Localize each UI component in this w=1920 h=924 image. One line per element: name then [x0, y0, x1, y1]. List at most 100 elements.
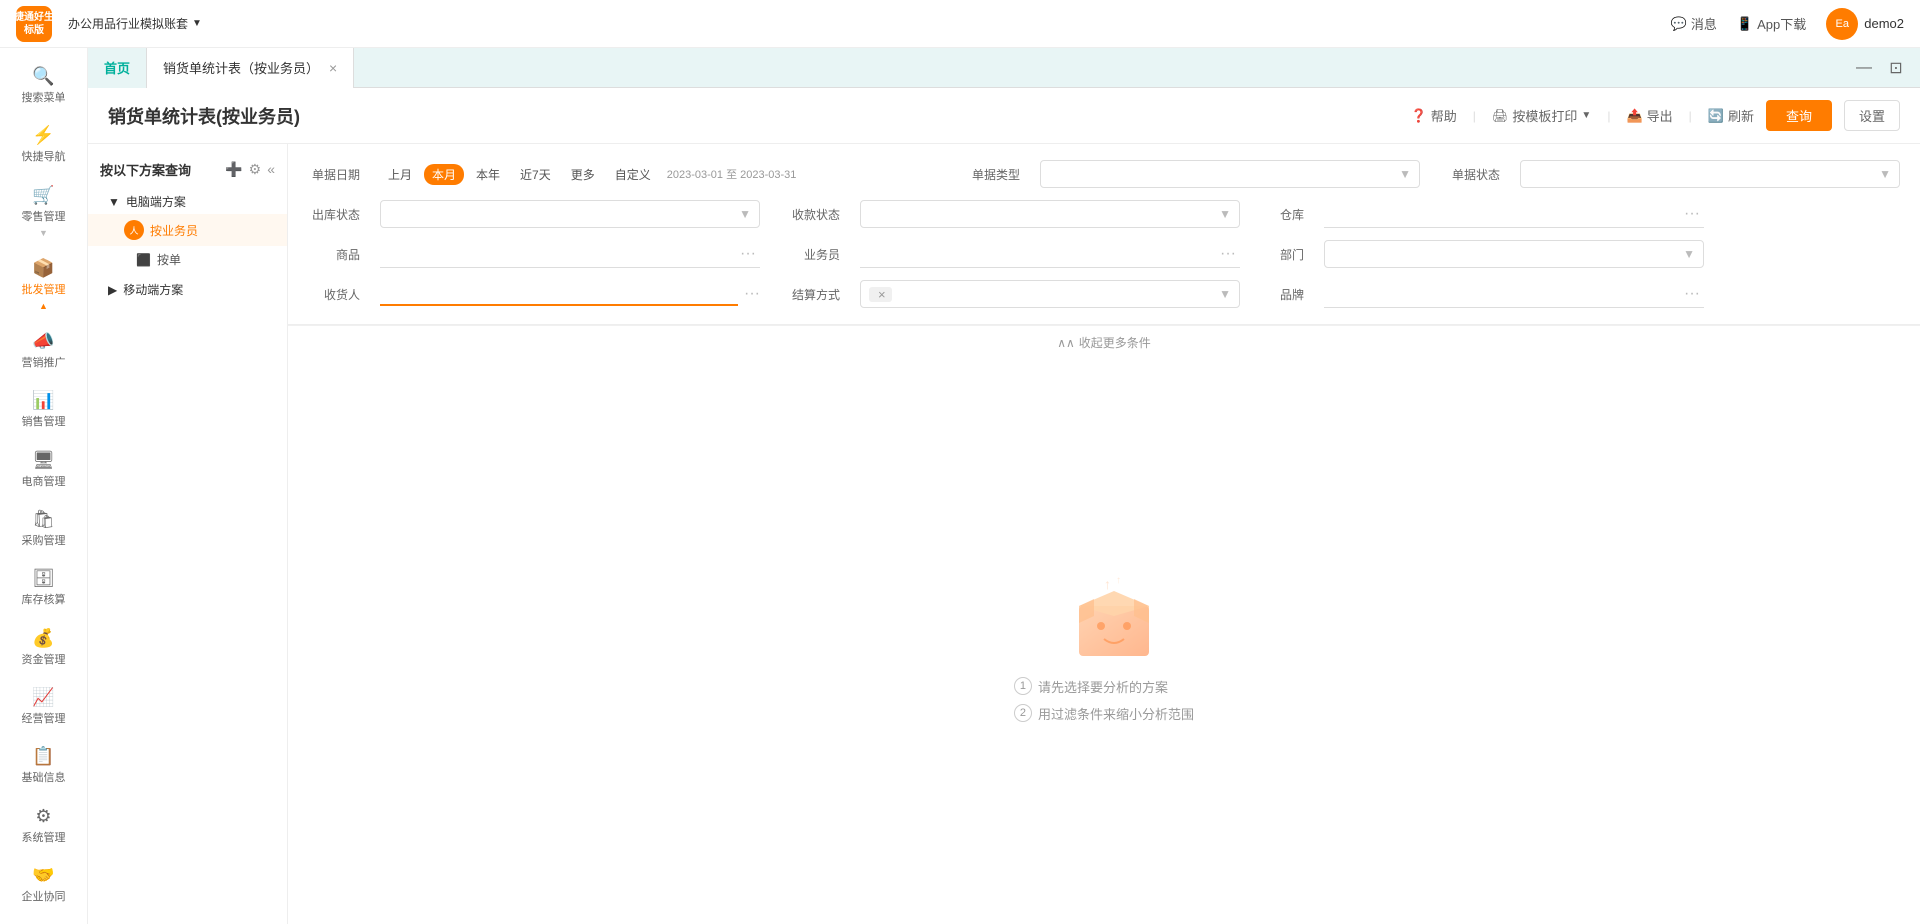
- brand-dots-icon: ···: [1684, 285, 1700, 303]
- sidebar-item-ecommerce[interactable]: 🖥 电商管理: [0, 440, 87, 499]
- goods-control: ···: [380, 240, 760, 268]
- right-panel: 单据日期 上月 本月 本年 近7天 更多 自定义 2023-03-01 至 20…: [288, 144, 1920, 924]
- ecommerce-icon: 🖥: [32, 450, 55, 471]
- refresh-icon: 🔄: [1708, 108, 1724, 124]
- page-title: 销货单统计表(按业务员): [108, 103, 300, 129]
- sidebar-item-system[interactable]: ⚙ 系统管理: [0, 796, 87, 855]
- brand-select[interactable]: ···: [1324, 280, 1704, 308]
- export-icon: 📤: [1626, 108, 1642, 124]
- salesperson-dots-icon: ···: [1220, 245, 1236, 263]
- out-status-select[interactable]: ▼: [380, 200, 760, 228]
- warehouse-dots-icon: ···: [1684, 205, 1700, 223]
- sidebar-item-label: 企业协同: [22, 890, 66, 904]
- sidebar-item-marketing[interactable]: 📣 营销推广: [0, 321, 87, 380]
- scheme-group-desktop-title[interactable]: ▼ 电脑端方案: [88, 189, 287, 214]
- sidebar-item-ops[interactable]: 📈 经营管理: [0, 677, 87, 736]
- sidebar-item-basic-info[interactable]: 📋 基础信息: [0, 736, 87, 795]
- chevron-settlement-icon: ▼: [1219, 287, 1231, 301]
- custom-tab[interactable]: 自定义: [607, 164, 659, 185]
- sidebar-item-retail[interactable]: 🛒 零售管理 ▼: [0, 175, 87, 248]
- flash-icon: ⚡: [32, 125, 54, 146]
- settings-btn[interactable]: 设置: [1844, 100, 1900, 131]
- divider: |: [1473, 109, 1476, 123]
- tab-sales-stat[interactable]: 销货单统计表（按业务员） ×: [147, 48, 354, 88]
- date-filter-group: 上月 本月 本年 近7天 更多 自定义 2023-03-01 至 2023-03…: [380, 164, 940, 185]
- sidebar-item-label: 批发管理: [22, 283, 66, 297]
- more-tab[interactable]: 更多: [563, 164, 603, 185]
- scheme-label: 按业务员: [150, 222, 198, 239]
- sidebar-item-new-guide[interactable]: 🎯 新手引导: [0, 914, 87, 924]
- salesperson-select[interactable]: ···: [860, 240, 1240, 268]
- gear-icon: ⚙: [35, 806, 51, 827]
- settlement-select[interactable]: × ▼: [860, 280, 1240, 308]
- settlement-tag-remove[interactable]: ×: [878, 288, 886, 301]
- sidebar-item-enterprise[interactable]: 🤝 企业协同: [0, 855, 87, 914]
- order-status-select[interactable]: ▼: [1520, 160, 1900, 188]
- tab-bar: 首页 销货单统计表（按业务员） × — ⊡: [88, 48, 1920, 88]
- message-btn[interactable]: 💬 消息: [1671, 14, 1717, 33]
- retail-icon: 🛒: [32, 185, 54, 206]
- out-status-label: 出库状态: [308, 206, 360, 223]
- chevron-down-icon: ▼: [1399, 167, 1411, 181]
- sidebar-item-label: 电商管理: [22, 475, 66, 489]
- tab-home[interactable]: 首页: [88, 48, 147, 88]
- query-btn[interactable]: 查询: [1766, 100, 1832, 131]
- collapse-bar[interactable]: ∧∧ 收起更多条件: [288, 325, 1920, 359]
- tab-expand-btn[interactable]: ⊡: [1884, 56, 1908, 80]
- order-scheme-icon: ⬛: [136, 253, 151, 267]
- tab-close-btn[interactable]: ×: [329, 60, 337, 76]
- goods-select[interactable]: ···: [380, 240, 760, 268]
- template-print-btn[interactable]: 🖨 按模板打印 ▼: [1492, 106, 1591, 125]
- scheme-sub-item-by-order[interactable]: ⬛ 按单: [88, 246, 287, 273]
- sidebar-item-quick-nav[interactable]: ⚡ 快捷导航: [0, 115, 87, 174]
- sidebar-item-label: 零售管理: [22, 210, 66, 224]
- user-profile[interactable]: Ea demo2: [1826, 8, 1904, 40]
- order-type-control: ▼: [1040, 160, 1420, 188]
- filter-row-3: 商品 ··· 业务员 ···: [308, 240, 1900, 268]
- salesperson-label: 业务员: [780, 246, 840, 263]
- last-month-tab[interactable]: 上月: [380, 164, 420, 185]
- search-icon: 🔍: [32, 66, 54, 87]
- export-btn[interactable]: 📤 导出: [1626, 106, 1672, 125]
- collapse-panel-icon[interactable]: «: [267, 161, 275, 178]
- app-download-btn[interactable]: 📱 App下载: [1737, 14, 1806, 33]
- filter-area: 单据日期 上月 本月 本年 近7天 更多 自定义 2023-03-01 至 20…: [288, 144, 1920, 325]
- sidebar-item-wholesale[interactable]: 📦 批发管理 ▲: [0, 248, 87, 321]
- this-month-tab[interactable]: 本月: [424, 164, 464, 185]
- department-select[interactable]: ▼: [1324, 240, 1704, 268]
- department-control: ▼: [1324, 240, 1704, 268]
- finance-icon: 💰: [32, 628, 54, 649]
- settlement-label: 结算方式: [780, 286, 840, 303]
- order-type-select[interactable]: ▼: [1040, 160, 1420, 188]
- empty-hints: 1 请先选择要分析的方案 2 用过滤条件来缩小分析范围: [1014, 677, 1194, 723]
- scheme-group-mobile-title[interactable]: ▶ 移动端方案: [88, 277, 287, 302]
- sidebar-item-purchase[interactable]: 🛍 采购管理: [0, 499, 87, 558]
- warehouse-select[interactable]: ···: [1324, 200, 1704, 228]
- out-status-control: ▼: [380, 200, 760, 228]
- app-selector-dropdown[interactable]: 办公用品行业模拟账套 ▼: [68, 15, 202, 32]
- tab-minimize-btn[interactable]: —: [1852, 56, 1876, 80]
- header-right: 💬 消息 📱 App下载 Ea demo2: [1671, 8, 1904, 40]
- main-area: 🔍 搜索菜单 ⚡ 快捷导航 🛒 零售管理 ▼ 📦 批发管理 ▲ 📣 营销推广: [0, 48, 1920, 924]
- sidebar-item-finance[interactable]: 💰 资金管理: [0, 618, 87, 677]
- settings-scheme-icon[interactable]: ⚙: [249, 161, 262, 178]
- scheme-item-by-salesperson[interactable]: 人 按业务员: [88, 214, 287, 246]
- sidebar: 🔍 搜索菜单 ⚡ 快捷导航 🛒 零售管理 ▼ 📦 批发管理 ▲ 📣 营销推广: [0, 48, 88, 924]
- this-year-tab[interactable]: 本年: [468, 164, 508, 185]
- sidebar-item-search-menu[interactable]: 🔍 搜索菜单: [0, 56, 87, 115]
- sidebar-item-label: 资金管理: [22, 653, 66, 667]
- sidebar-item-sales[interactable]: 📊 销售管理: [0, 380, 87, 439]
- sidebar-item-label: 销售管理: [22, 415, 66, 429]
- avatar: Ea: [1826, 8, 1858, 40]
- last-7-days-tab[interactable]: 近7天: [512, 164, 559, 185]
- left-panel-title: 按以下方案查询: [100, 160, 191, 179]
- main-body: 按以下方案查询 ➕ ⚙ « ▼ 电脑端方案 人: [88, 144, 1920, 924]
- content-area: 首页 销货单统计表（按业务员） × — ⊡ 销货单统计表(按业务员) ❓ 帮助: [88, 48, 1920, 924]
- sidebar-item-inventory[interactable]: 🗄 库存核算: [0, 558, 87, 617]
- collection-status-select[interactable]: ▼: [860, 200, 1240, 228]
- marketing-icon: 📣: [32, 331, 54, 352]
- add-scheme-icon[interactable]: ➕: [225, 161, 242, 178]
- help-btn[interactable]: ❓ 帮助: [1411, 106, 1457, 125]
- refresh-btn[interactable]: 🔄 刷新: [1708, 106, 1754, 125]
- receiver-input[interactable]: [380, 282, 738, 306]
